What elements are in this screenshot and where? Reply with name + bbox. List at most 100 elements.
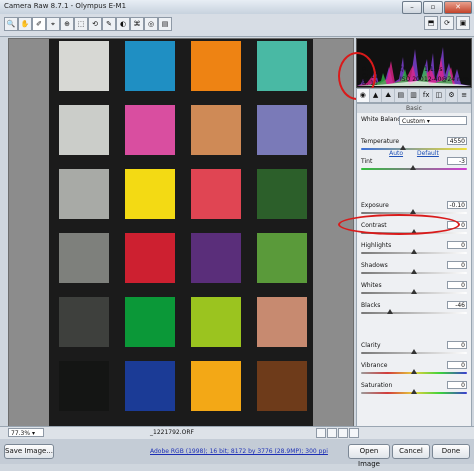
slider-label: Exposure (361, 202, 389, 209)
title-bar: Camera Raw 8.7.1 - Olympus E-M1 – ▫ ✕ (0, 0, 474, 15)
slider-value-input[interactable]: -0.10 (447, 201, 467, 209)
slider-label: Vibrance (361, 362, 388, 369)
tab-hsl[interactable]: ▤ (395, 89, 408, 102)
window-title: Camera Raw 8.7.1 - Olympus E-M1 (4, 2, 127, 10)
preferences-icon[interactable]: ▣ (456, 16, 470, 30)
zoom-tool-icon[interactable]: 🔍 (4, 17, 18, 31)
toggle-preview-icon[interactable] (349, 428, 359, 438)
color-patch (125, 169, 175, 219)
slider-thumb[interactable] (400, 145, 407, 150)
color-patch (125, 297, 175, 347)
slider-thumb[interactable] (411, 269, 417, 274)
color-patch (191, 297, 241, 347)
tab-split-toning[interactable]: ▥ (408, 89, 421, 102)
slider-value-input[interactable]: 4550 (447, 137, 467, 145)
color-sampler-tool-icon[interactable]: ⌖ (46, 17, 60, 31)
slider-value-input[interactable]: 0 (447, 361, 467, 369)
slider-thumb[interactable] (411, 289, 417, 294)
color-patch (59, 105, 109, 155)
workflow-options-link[interactable]: Adobe RGB (1998); 16 bit; 8172 by 3776 (… (150, 448, 328, 455)
tab-effects[interactable]: fx (420, 89, 434, 102)
before-after-icon[interactable] (316, 428, 326, 438)
targeted-adjustment-tool-icon[interactable]: ⊕ (60, 17, 74, 31)
slider-value-input[interactable]: 0 (447, 261, 467, 269)
color-patch (59, 361, 109, 411)
slider-value-input[interactable]: -46 (447, 301, 467, 309)
color-patch (191, 361, 241, 411)
spot-removal-tool-icon[interactable]: ✎ (102, 17, 116, 31)
swap-icon[interactable] (327, 428, 337, 438)
color-patch (257, 233, 307, 283)
copy-settings-icon[interactable] (338, 428, 348, 438)
color-checker-chart (49, 39, 313, 427)
auto-default-links: Auto Default (357, 150, 471, 157)
color-patch (257, 105, 307, 155)
tab-presets[interactable]: ≡ (458, 89, 472, 102)
slider-label: Blacks (361, 302, 381, 309)
slider-track[interactable] (361, 312, 467, 314)
slider-thumb[interactable] (411, 349, 417, 354)
hand-tool-icon[interactable]: ✋ (18, 17, 32, 31)
bottom-bar: Save Image... Adobe RGB (1998); 16 bit; … (0, 439, 474, 468)
color-patch (257, 169, 307, 219)
tab-tone-curve[interactable]: ▲ (370, 89, 383, 102)
color-patch (59, 41, 109, 91)
image-preview[interactable] (8, 38, 354, 428)
default-link[interactable]: Default (417, 150, 439, 157)
zoom-value: 77.3% (11, 430, 31, 437)
slider-value-input[interactable]: 0 (447, 381, 467, 389)
color-patch (59, 233, 109, 283)
slider-thumb[interactable] (411, 389, 417, 394)
maximize-button[interactable]: ▫ (423, 1, 443, 14)
crop-tool-icon[interactable]: ⬚ (74, 17, 88, 31)
cancel-button[interactable]: Cancel (392, 444, 430, 459)
straighten-tool-icon[interactable]: ⟲ (88, 17, 102, 31)
white-balance-select[interactable]: Custom ▾ (399, 116, 467, 125)
slider-thumb[interactable] (411, 249, 417, 254)
tab-camera-calibration[interactable]: ⚙ (446, 89, 459, 102)
color-patch (125, 233, 175, 283)
fullscreen-icon[interactable]: ⬒ (424, 16, 438, 30)
color-patch (59, 169, 109, 219)
white-balance-row: White Balance: Custom ▾ (361, 116, 467, 126)
status-bar: 77.3% ▾ _1221792.ORF (0, 426, 474, 439)
white-balance-tool-icon[interactable]: ✐ (32, 17, 46, 31)
slider-thumb[interactable] (409, 165, 416, 170)
basic-panel: Basic White Balance: Custom ▾ Auto Defau… (356, 103, 472, 428)
slider-thumb[interactable] (386, 309, 393, 314)
rotate-icon[interactable]: ⟳ (440, 16, 454, 30)
iso: ISO 200 (400, 76, 424, 83)
color-patch (125, 41, 175, 91)
slider-label: Highlights (361, 242, 392, 249)
slider-thumb[interactable] (411, 369, 417, 374)
graduated-filter-icon[interactable]: ▤ (158, 17, 172, 31)
minimize-button[interactable]: – (402, 1, 422, 14)
zoom-select[interactable]: 77.3% ▾ (8, 428, 44, 437)
color-patch (125, 105, 175, 155)
auto-link[interactable]: Auto (389, 150, 403, 157)
color-patch (191, 105, 241, 155)
panel-tabs: ◉ ▲ ⛰ ▤ ▥ fx ◫ ⚙ ≡ (356, 88, 472, 103)
tab-basic[interactable]: ◉ (357, 89, 370, 102)
close-button[interactable]: ✕ (444, 1, 472, 14)
tab-detail[interactable]: ⛰ (382, 89, 396, 102)
file-name: _1221792.ORF (150, 429, 194, 436)
panel-header: Basic (357, 104, 471, 113)
adjustment-brush-icon[interactable]: ⌘ (130, 17, 144, 31)
done-button[interactable]: Done (432, 444, 470, 459)
focal-length: 12-40@24 mm (424, 76, 469, 83)
slider-value-input[interactable]: 0 (447, 281, 467, 289)
radial-filter-icon[interactable]: ◎ (144, 17, 158, 31)
red-eye-tool-icon[interactable]: ◐ (116, 17, 130, 31)
slider-label: Clarity (361, 342, 381, 349)
white-balance-value: Custom (402, 118, 425, 125)
color-patch (191, 169, 241, 219)
save-image-button[interactable]: Save Image... (4, 444, 54, 459)
slider-value-input[interactable]: -3 (447, 157, 467, 165)
slider-label: Temperature (361, 138, 400, 145)
tab-lens[interactable]: ◫ (433, 89, 446, 102)
slider-value-input[interactable]: 0 (447, 241, 467, 249)
slider-value-input[interactable]: 0 (447, 341, 467, 349)
open-image-button[interactable]: Open Image (348, 444, 390, 468)
slider-track[interactable] (361, 148, 467, 150)
